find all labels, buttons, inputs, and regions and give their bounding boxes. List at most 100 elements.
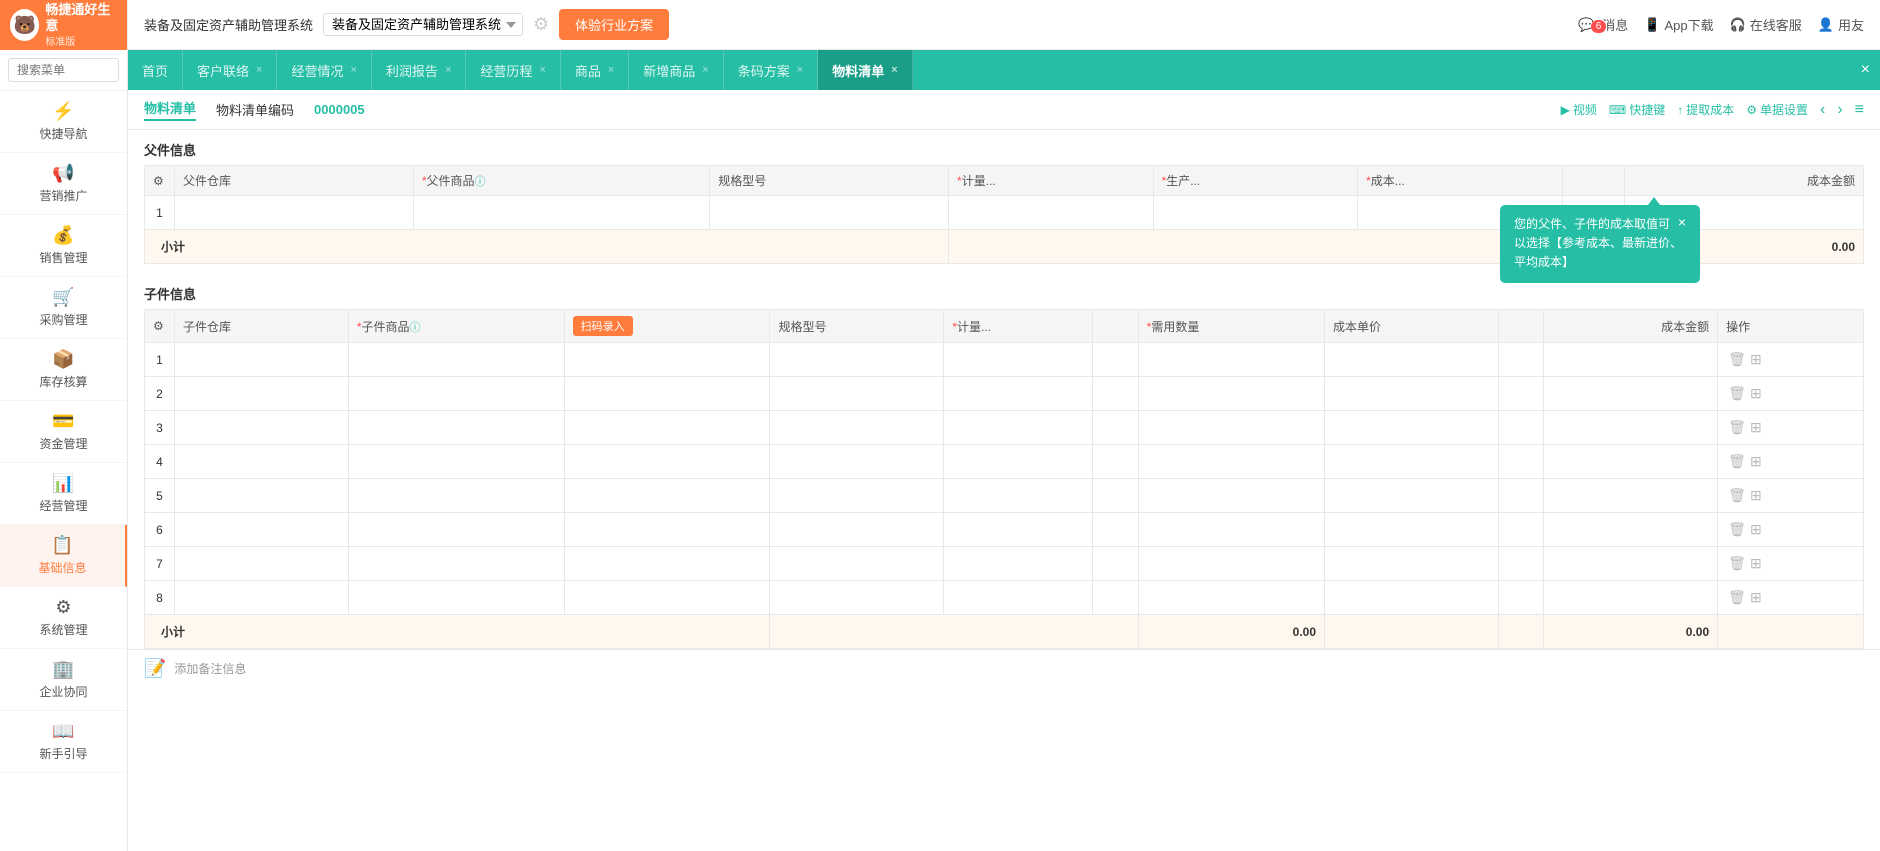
tab-customer[interactable]: 客户联络 ×	[183, 50, 277, 90]
tab-history[interactable]: 经营历程 ×	[466, 50, 560, 90]
delete-icon[interactable]: 🗑	[1728, 385, 1746, 401]
sidebar-item-operations[interactable]: 📊 经营管理	[0, 463, 127, 525]
user-item[interactable]: 👤 用友	[1818, 15, 1864, 34]
child-product[interactable]	[348, 411, 564, 445]
copy-icon[interactable]: ⊞	[1750, 385, 1762, 401]
sidebar-item-finance[interactable]: 💳 资金管理	[0, 401, 127, 463]
child-warehouse[interactable]	[175, 411, 349, 445]
tab-close-icon[interactable]: ×	[702, 64, 708, 76]
tooltip-close-btn[interactable]: ×	[1678, 215, 1686, 229]
child-qty[interactable]	[1138, 581, 1324, 615]
view-mode-icon[interactable]: ≡	[1855, 101, 1864, 119]
child-unit-cost[interactable]	[1325, 547, 1499, 581]
child-warehouse[interactable]	[175, 445, 349, 479]
child-warehouse[interactable]	[175, 343, 349, 377]
tab-home[interactable]: 首页	[128, 50, 183, 90]
child-spec[interactable]	[770, 547, 944, 581]
child-qty[interactable]	[1138, 513, 1324, 547]
child-product[interactable]	[348, 547, 564, 581]
child-qty[interactable]	[1138, 547, 1324, 581]
child-product[interactable]	[348, 377, 564, 411]
sidebar-item-inventory[interactable]: 📦 库存核算	[0, 339, 127, 401]
sidebar-item-sales[interactable]: 💰 销售管理	[0, 215, 127, 277]
child-product[interactable]	[348, 581, 564, 615]
parent-spec-cell[interactable]	[710, 196, 949, 230]
sidebar-item-quicknav[interactable]: ⚡ 快捷导航	[0, 91, 127, 153]
child-warehouse[interactable]	[175, 581, 349, 615]
child-spec[interactable]	[770, 411, 944, 445]
child-unit[interactable]	[944, 343, 1093, 377]
app-item[interactable]: 📱 App下载	[1644, 15, 1713, 34]
action-single-settings[interactable]: ⚙ 单据设置	[1746, 101, 1808, 118]
parent-product-cell[interactable]	[413, 196, 709, 230]
child-warehouse[interactable]	[175, 479, 349, 513]
child-qty[interactable]	[1138, 479, 1324, 513]
close-all-tabs[interactable]: ×	[1851, 61, 1880, 79]
scan-btn[interactable]: 扫码录入	[573, 316, 633, 336]
sidebar-item-guide[interactable]: 📖 新手引导	[0, 711, 127, 773]
child-col-gear[interactable]: ⚙	[145, 310, 175, 343]
child-unit[interactable]	[944, 411, 1093, 445]
trial-btn[interactable]: 体验行业方案	[559, 9, 669, 40]
child-qty[interactable]	[1138, 343, 1324, 377]
child-unit[interactable]	[944, 581, 1093, 615]
system-select[interactable]: 装备及固定资产辅助管理系统	[323, 13, 523, 36]
delete-icon[interactable]: 🗑	[1728, 419, 1746, 435]
child-spec[interactable]	[770, 377, 944, 411]
sidebar-item-basic[interactable]: 📋 基础信息	[0, 525, 127, 587]
copy-icon[interactable]: ⊞	[1750, 487, 1762, 503]
bottom-hint-label[interactable]: 添加备注信息	[174, 660, 246, 677]
settings-icon[interactable]: ⚙	[533, 14, 549, 35]
delete-icon[interactable]: 🗑	[1728, 453, 1746, 469]
child-unit-cost[interactable]	[1325, 445, 1499, 479]
child-spec[interactable]	[770, 343, 944, 377]
child-spec[interactable]	[770, 445, 944, 479]
delete-icon[interactable]: 🗑	[1728, 589, 1746, 605]
copy-icon[interactable]: ⊞	[1750, 419, 1762, 435]
parent-warehouse-cell[interactable]	[175, 196, 414, 230]
action-extract-cost[interactable]: ↑ 提取成本	[1677, 101, 1734, 118]
nav-next[interactable]: ›	[1837, 101, 1842, 119]
sidebar-item-system[interactable]: ⚙ 系统管理	[0, 587, 127, 649]
tab-close-icon[interactable]: ×	[891, 64, 897, 76]
child-unit[interactable]	[944, 479, 1093, 513]
child-unit[interactable]	[944, 513, 1093, 547]
child-unit[interactable]	[944, 547, 1093, 581]
child-qty[interactable]	[1138, 445, 1324, 479]
tab-bom[interactable]: 物料清单 ×	[818, 50, 912, 90]
child-warehouse[interactable]	[175, 547, 349, 581]
child-unit-cost[interactable]	[1325, 377, 1499, 411]
delete-icon[interactable]: 🗑	[1728, 555, 1746, 571]
child-unit-cost[interactable]	[1325, 343, 1499, 377]
child-product[interactable]	[348, 343, 564, 377]
child-unit[interactable]	[944, 445, 1093, 479]
tab-close-icon[interactable]: ×	[350, 64, 356, 76]
sidebar-item-marketing[interactable]: 📢 营销推广	[0, 153, 127, 215]
delete-icon[interactable]: 🗑	[1728, 351, 1746, 367]
action-shortcut[interactable]: ⌨ 快捷键	[1609, 101, 1665, 118]
parent-production-cell[interactable]	[1153, 196, 1358, 230]
tab-new-product[interactable]: 新增商品 ×	[629, 50, 723, 90]
sidebar-item-enterprise[interactable]: 🏢 企业协同	[0, 649, 127, 711]
tab-close-icon[interactable]: ×	[608, 64, 614, 76]
sidebar-item-purchase[interactable]: 🛒 采购管理	[0, 277, 127, 339]
child-qty[interactable]	[1138, 377, 1324, 411]
tab-close-icon[interactable]: ×	[445, 64, 451, 76]
parent-col-gear[interactable]: ⚙	[145, 166, 175, 196]
delete-icon[interactable]: 🗑	[1728, 487, 1746, 503]
tab-barcode[interactable]: 条码方案 ×	[724, 50, 818, 90]
child-unit-cost[interactable]	[1325, 411, 1499, 445]
copy-icon[interactable]: ⊞	[1750, 351, 1762, 367]
action-view[interactable]: ▶ 视频	[1561, 101, 1597, 118]
service-item[interactable]: 🎧 在线客服	[1730, 15, 1802, 34]
child-spec[interactable]	[770, 479, 944, 513]
child-unit-cost[interactable]	[1325, 581, 1499, 615]
tab-close-icon[interactable]: ×	[539, 64, 545, 76]
child-product[interactable]	[348, 445, 564, 479]
tab-product[interactable]: 商品 ×	[561, 50, 629, 90]
child-warehouse[interactable]	[175, 377, 349, 411]
tab-operation[interactable]: 经营情况 ×	[277, 50, 371, 90]
msg-item[interactable]: 💬 6 消息	[1578, 15, 1628, 34]
child-spec[interactable]	[770, 581, 944, 615]
nav-prev[interactable]: ‹	[1820, 101, 1825, 119]
